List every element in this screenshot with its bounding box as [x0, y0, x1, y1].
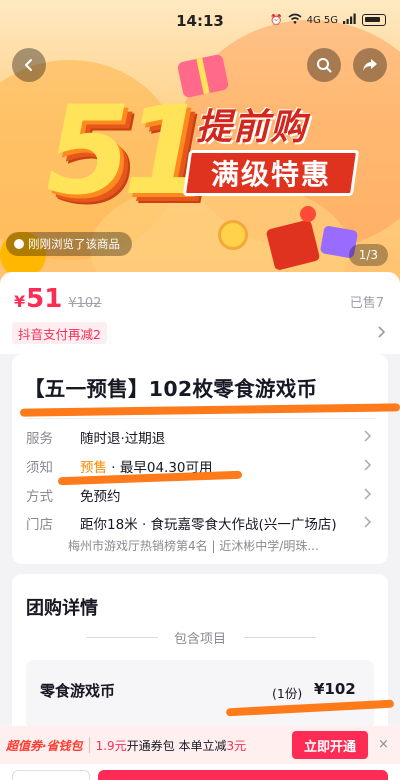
user-icon [14, 239, 24, 249]
chevron-right-icon [364, 430, 372, 442]
banner-sub-badge: 满级特惠 [182, 150, 360, 196]
coupon-price: 1.9元 [95, 738, 127, 753]
row-value: 距你18米 · 食玩嘉零食大作战(兴一广场店) [80, 517, 337, 533]
banner-headline-title: 提前购 [196, 107, 308, 148]
included-label: 包含项目 [173, 632, 226, 647]
close-icon[interactable]: × [378, 737, 389, 752]
row-value: 免预约 [80, 489, 121, 505]
chevron-right-icon [364, 459, 372, 471]
status-icons: ⏰ 4G 5G [270, 13, 386, 27]
search-button[interactable] [307, 48, 341, 82]
banner-page-indicator: 1/3 [348, 244, 388, 266]
price-current: 51 [26, 284, 63, 314]
group-buy-title: 团购详情 [26, 598, 98, 619]
ball-decor [300, 206, 316, 222]
banner-sub-text: 满级特惠 [210, 158, 331, 191]
store-subtitle: 梅州市游戏厅热销榜第4名 | 近沐彬中学/明珠... [68, 539, 319, 553]
coin-decor [218, 220, 248, 250]
alarm-icon: ⏰ [270, 14, 283, 26]
search-icon [317, 58, 332, 73]
share-icon [363, 59, 377, 71]
coupon-discount: 3元 [226, 738, 247, 753]
status-bar: 14:13 ⏰ 4G 5G [0, 0, 400, 42]
coupon-bar[interactable]: 超值券·省钱包 1.9元开通券包 本单立减3元 立即开通 × [0, 726, 400, 764]
coupon-badge: 超值券·省钱包 [6, 738, 83, 753]
package-item-name: 零食游戏币 [40, 682, 116, 700]
signal-label: 4G 5G [306, 14, 338, 26]
product-title: 【五一预售】102枚零食游戏币 [24, 377, 318, 401]
buy-button[interactable] [98, 770, 388, 780]
service-row[interactable]: 服务 随时退·过期退 [26, 426, 376, 448]
row-label: 须知 [26, 460, 53, 476]
chevron-left-icon [25, 59, 32, 71]
row-label: 服务 [26, 431, 53, 447]
row-value: 随时退·过期退 [80, 431, 166, 447]
price-section: ¥ 51 ¥102 已售7 抖音支付再减2 [0, 272, 400, 354]
secondary-action-button[interactable] [12, 770, 90, 780]
share-button[interactable] [353, 48, 387, 82]
back-button[interactable] [12, 48, 46, 82]
chevron-right-icon[interactable] [376, 326, 386, 338]
price-currency: ¥ [14, 292, 26, 311]
recently-viewed-pill: 刚刚浏览了该商品 [6, 232, 132, 256]
activate-coupon-button[interactable]: 立即开通 [292, 731, 368, 759]
package-item-qty: (1份) [272, 686, 303, 701]
row-label: 方式 [26, 489, 53, 505]
divider [244, 637, 316, 638]
price-row: ¥ 51 ¥102 [14, 284, 101, 314]
chevron-right-icon [364, 516, 372, 528]
divider [88, 737, 90, 753]
coupon-desc: 开通券包 本单立减 [126, 738, 227, 753]
wifi-icon [288, 13, 302, 27]
recently-viewed-text: 刚刚浏览了该商品 [28, 237, 120, 251]
pay-discount-tag[interactable]: 抖音支付再减2 [12, 322, 107, 344]
divider [26, 418, 376, 419]
signal-icon [343, 13, 357, 27]
presale-tag: 预售 [80, 460, 107, 476]
store-row[interactable]: 门店 距你18米 · 食玩嘉零食大作战(兴一广场店) [26, 512, 376, 534]
bottom-action-bar [0, 764, 400, 780]
chevron-right-icon [364, 488, 372, 500]
banner-headline-number: 51 [46, 80, 208, 222]
row-label: 门店 [26, 517, 53, 533]
coupon-text: 1.9元开通券包 本单立减3元 [96, 737, 247, 754]
sold-count: 已售7 [349, 296, 384, 311]
package-item-price: ¥102 [314, 680, 356, 698]
battery-icon [362, 14, 386, 26]
method-row[interactable]: 方式 免预约 [26, 484, 376, 506]
product-detail-page: 51 提前购 满级特惠 14:13 ⏰ 4G 5G 刚刚浏览了该商品 1/3 ¥… [0, 0, 400, 780]
price-original: ¥102 [68, 296, 102, 311]
